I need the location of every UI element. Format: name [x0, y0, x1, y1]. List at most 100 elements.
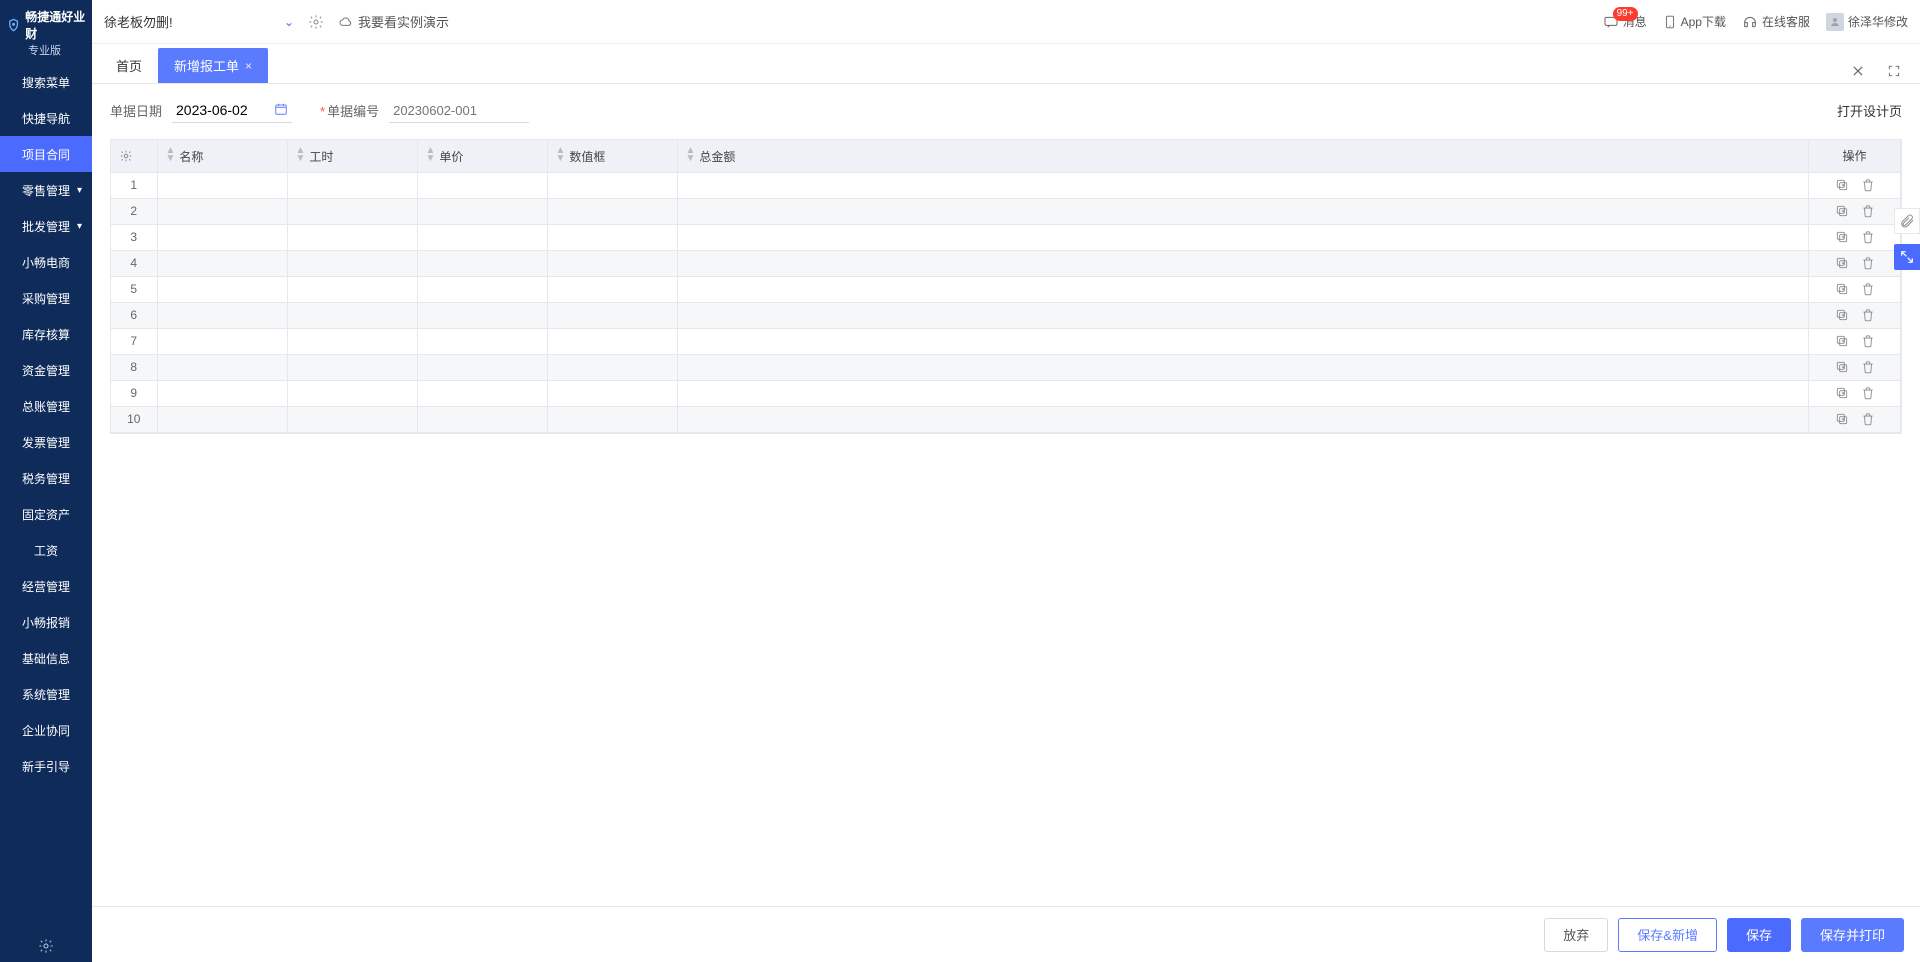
- sidebar-item-0[interactable]: 搜索菜单: [0, 64, 92, 100]
- cell-numbox[interactable]: [547, 198, 677, 224]
- settings-gear-icon[interactable]: [38, 938, 54, 954]
- col-numbox-header[interactable]: ▲▼数值框: [547, 140, 677, 172]
- col-hours-header[interactable]: ▲▼工时: [287, 140, 417, 172]
- copy-row-icon[interactable]: [1835, 386, 1849, 400]
- online-service-button[interactable]: 在线客服: [1742, 13, 1810, 30]
- cell-price[interactable]: [417, 172, 547, 198]
- delete-row-icon[interactable]: [1861, 230, 1875, 244]
- sidebar-item-13[interactable]: 工资: [0, 532, 92, 568]
- cell-price[interactable]: [417, 380, 547, 406]
- cell-price[interactable]: [417, 406, 547, 432]
- cell-total[interactable]: [677, 380, 1809, 406]
- cell-total[interactable]: [677, 328, 1809, 354]
- delete-row-icon[interactable]: [1861, 282, 1875, 296]
- cell-price[interactable]: [417, 328, 547, 354]
- sidebar-item-10[interactable]: 发票管理: [0, 424, 92, 460]
- copy-row-icon[interactable]: [1835, 334, 1849, 348]
- col-price-header[interactable]: ▲▼单价: [417, 140, 547, 172]
- cell-hours[interactable]: [287, 406, 417, 432]
- cell-hours[interactable]: [287, 276, 417, 302]
- tab-0[interactable]: 首页: [100, 48, 158, 83]
- cell-numbox[interactable]: [547, 380, 677, 406]
- cell-name[interactable]: [157, 380, 287, 406]
- save-new-button[interactable]: 保存&新增: [1618, 918, 1717, 952]
- user-menu[interactable]: 徐泽华修改: [1826, 13, 1908, 31]
- cell-price[interactable]: [417, 276, 547, 302]
- sidebar-item-19[interactable]: 新手引导: [0, 748, 92, 784]
- cell-name[interactable]: [157, 406, 287, 432]
- tab-1[interactable]: 新增报工单×: [158, 48, 268, 83]
- cell-hours[interactable]: [287, 302, 417, 328]
- cell-name[interactable]: [157, 250, 287, 276]
- cell-numbox[interactable]: [547, 276, 677, 302]
- sidebar-item-15[interactable]: 小畅报销: [0, 604, 92, 640]
- sidebar-item-2[interactable]: 项目合同: [0, 136, 92, 172]
- sidebar-item-12[interactable]: 固定资产: [0, 496, 92, 532]
- cell-price[interactable]: [417, 302, 547, 328]
- sidebar-item-5[interactable]: 小畅电商: [0, 244, 92, 280]
- cell-total[interactable]: [677, 198, 1809, 224]
- cell-name[interactable]: [157, 276, 287, 302]
- company-selector[interactable]: 徐老板勿删! ⌄: [104, 12, 294, 31]
- delete-row-icon[interactable]: [1861, 308, 1875, 322]
- close-icon[interactable]: ×: [245, 59, 252, 73]
- copy-row-icon[interactable]: [1835, 204, 1849, 218]
- cell-total[interactable]: [677, 354, 1809, 380]
- cell-total[interactable]: [677, 302, 1809, 328]
- attachment-button[interactable]: [1894, 208, 1920, 234]
- cell-name[interactable]: [157, 354, 287, 380]
- sidebar-item-6[interactable]: 采购管理: [0, 280, 92, 316]
- copy-row-icon[interactable]: [1835, 282, 1849, 296]
- sidebar-item-17[interactable]: 系统管理: [0, 676, 92, 712]
- save-print-button[interactable]: 保存并打印: [1801, 918, 1904, 952]
- copy-row-icon[interactable]: [1835, 412, 1849, 426]
- cell-name[interactable]: [157, 224, 287, 250]
- messages-button[interactable]: 99+ 消息: [1603, 13, 1647, 30]
- open-design-link[interactable]: 打开设计页: [1837, 101, 1902, 120]
- cell-name[interactable]: [157, 198, 287, 224]
- cell-total[interactable]: [677, 276, 1809, 302]
- fullscreen-icon[interactable]: [1882, 59, 1906, 83]
- delete-row-icon[interactable]: [1861, 178, 1875, 192]
- cell-total[interactable]: [677, 250, 1809, 276]
- cell-numbox[interactable]: [547, 172, 677, 198]
- cell-price[interactable]: [417, 224, 547, 250]
- cell-hours[interactable]: [287, 354, 417, 380]
- cell-price[interactable]: [417, 354, 547, 380]
- table-config-header[interactable]: [111, 140, 157, 172]
- settings-icon[interactable]: [308, 14, 324, 30]
- close-all-tabs-icon[interactable]: [1846, 59, 1870, 83]
- cell-hours[interactable]: [287, 328, 417, 354]
- cell-hours[interactable]: [287, 198, 417, 224]
- code-input[interactable]: [389, 99, 529, 123]
- sidebar-item-4[interactable]: 批发管理▾: [0, 208, 92, 244]
- cell-numbox[interactable]: [547, 302, 677, 328]
- demo-link[interactable]: 我要看实例演示: [338, 12, 449, 31]
- cell-numbox[interactable]: [547, 328, 677, 354]
- copy-row-icon[interactable]: [1835, 256, 1849, 270]
- cell-total[interactable]: [677, 406, 1809, 432]
- cell-hours[interactable]: [287, 250, 417, 276]
- cell-hours[interactable]: [287, 172, 417, 198]
- sidebar-item-14[interactable]: 经营管理: [0, 568, 92, 604]
- cell-name[interactable]: [157, 328, 287, 354]
- delete-row-icon[interactable]: [1861, 412, 1875, 426]
- copy-row-icon[interactable]: [1835, 360, 1849, 374]
- delete-row-icon[interactable]: [1861, 360, 1875, 374]
- app-download-button[interactable]: App下载: [1663, 13, 1726, 30]
- cell-numbox[interactable]: [547, 250, 677, 276]
- sidebar-item-7[interactable]: 库存核算: [0, 316, 92, 352]
- calendar-icon[interactable]: [274, 102, 288, 116]
- cell-price[interactable]: [417, 198, 547, 224]
- cell-numbox[interactable]: [547, 406, 677, 432]
- expand-panel-button[interactable]: [1894, 244, 1920, 270]
- sidebar-item-11[interactable]: 税务管理: [0, 460, 92, 496]
- copy-row-icon[interactable]: [1835, 308, 1849, 322]
- sidebar-item-1[interactable]: 快捷导航: [0, 100, 92, 136]
- cell-total[interactable]: [677, 172, 1809, 198]
- sidebar-item-8[interactable]: 资金管理: [0, 352, 92, 388]
- delete-row-icon[interactable]: [1861, 204, 1875, 218]
- cell-name[interactable]: [157, 172, 287, 198]
- delete-row-icon[interactable]: [1861, 386, 1875, 400]
- delete-row-icon[interactable]: [1861, 256, 1875, 270]
